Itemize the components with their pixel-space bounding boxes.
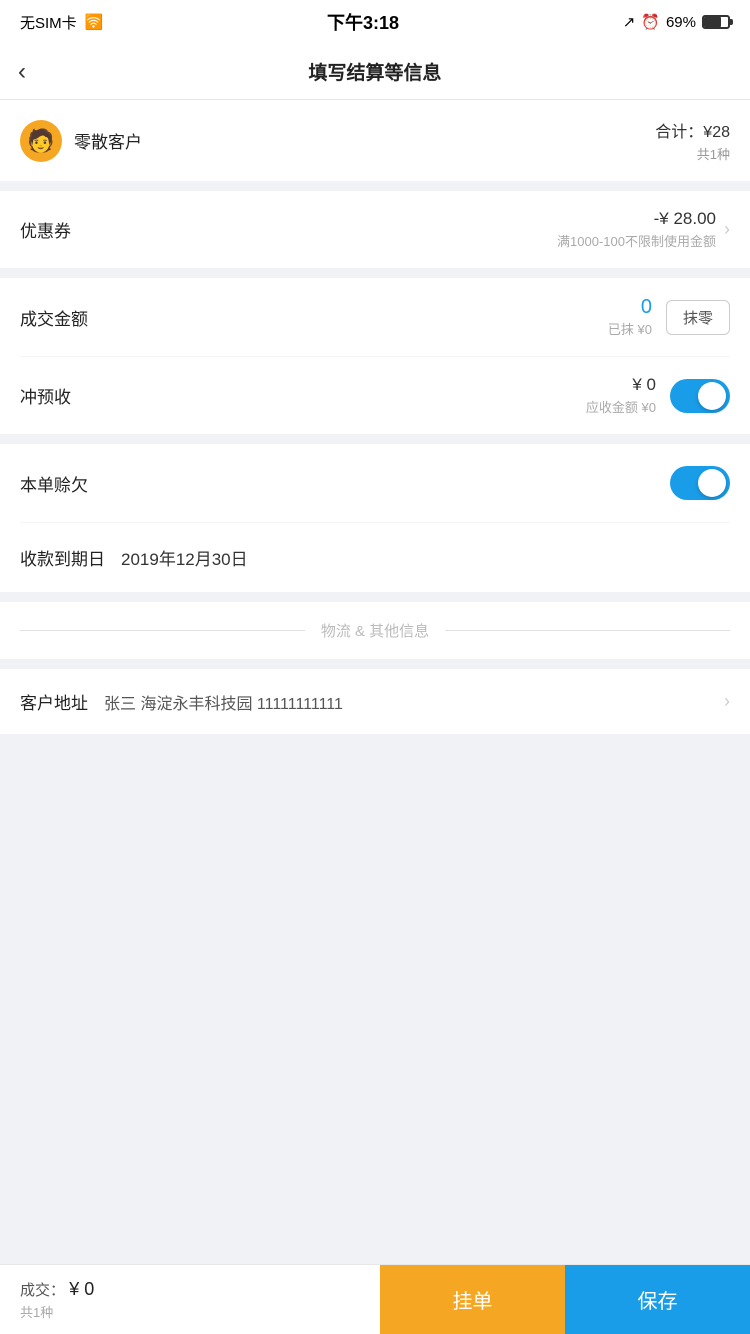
- deal-amount: ¥ 0: [69, 1279, 94, 1299]
- due-date-value: 2019年12月30日: [121, 545, 248, 570]
- due-date-row: 收款到期日 2019年12月30日: [20, 523, 730, 592]
- transaction-amount: 0: [641, 296, 652, 318]
- status-bar-right: ↗ ⏰ 69%: [623, 13, 730, 31]
- prepayment-amount: ¥ 0: [586, 375, 656, 395]
- deal-text: 成交：: [20, 1282, 65, 1299]
- content: 🧑 零散客户 合计：¥28 共1种 优惠券 -¥ 28.00 满1000-100…: [0, 100, 750, 904]
- customer-section: 🧑 零散客户 合计：¥28 共1种: [0, 100, 750, 181]
- nav-bar: ‹ 填写结算等信息: [0, 44, 750, 100]
- debt-row: 本单赊欠: [20, 444, 730, 523]
- prepayment-info: ¥ 0 应收金额 ¥0: [586, 375, 656, 416]
- prepayment-label: 冲预收: [20, 383, 71, 408]
- prepayment-right: ¥ 0 应收金额 ¥0: [586, 375, 730, 416]
- address-chevron-icon: ›: [724, 691, 730, 712]
- coupon-label: 优惠券: [20, 217, 71, 242]
- page-title: 填写结算等信息: [308, 58, 441, 85]
- hang-button[interactable]: 挂单: [380, 1265, 565, 1334]
- alarm-icon: ⏰: [641, 13, 660, 31]
- customer-left: 🧑 零散客户: [20, 120, 142, 162]
- wifi-icon: 🛜: [85, 13, 104, 31]
- prepayment-toggle[interactable]: [670, 379, 730, 413]
- address-value: 张三 海淀永丰科技园 11111111111: [104, 690, 708, 714]
- debt-label: 本单赊欠: [20, 471, 88, 496]
- bottom-count: 共1种: [20, 1302, 360, 1321]
- address-section: 客户地址 张三 海淀永丰科技园 11111111111 ›: [0, 669, 750, 734]
- transaction-right: 0 已抹 ¥0 抹零: [608, 296, 730, 338]
- status-bar: 无SIM卡 🛜 下午3:18 ↗ ⏰ 69%: [0, 0, 750, 44]
- coupon-right: -¥ 28.00 满1000-100不限制使用金额 ›: [557, 209, 730, 250]
- debt-toggle-knob: [698, 469, 726, 497]
- coupon-amount: -¥ 28.00: [557, 209, 716, 229]
- battery-percent: 69%: [666, 14, 696, 31]
- coupon-desc: 满1000-100不限制使用金额: [557, 231, 716, 250]
- item-count: 共1种: [655, 144, 730, 163]
- bottom-deal-label: 成交： ¥ 0: [20, 1279, 360, 1300]
- total-amount: 合计：¥28: [655, 118, 730, 142]
- empty-area: [0, 744, 750, 904]
- bottom-info: 成交： ¥ 0 共1种: [0, 1279, 380, 1321]
- customer-row: 🧑 零散客户 合计：¥28 共1种: [0, 100, 750, 181]
- due-date-label: 收款到期日: [20, 545, 105, 570]
- coupon-info: -¥ 28.00 满1000-100不限制使用金额: [557, 209, 716, 250]
- status-bar-left: 无SIM卡 🛜: [20, 12, 103, 33]
- transaction-sub: 已抹 ¥0: [608, 319, 652, 338]
- coupon-row[interactable]: 优惠券 -¥ 28.00 满1000-100不限制使用金额 ›: [0, 191, 750, 268]
- coupon-section: 优惠券 -¥ 28.00 满1000-100不限制使用金额 ›: [0, 191, 750, 268]
- back-button[interactable]: ‹: [18, 58, 26, 86]
- debt-section: 本单赊欠 收款到期日 2019年12月30日: [0, 444, 750, 592]
- location-icon: ↗: [623, 13, 636, 31]
- status-bar-time: 下午3:18: [327, 9, 399, 35]
- round-button[interactable]: 抹零: [666, 300, 730, 335]
- logistics-header: 物流 & 其他信息: [0, 602, 750, 659]
- save-label: 保存: [638, 1285, 678, 1314]
- avatar: 🧑: [20, 120, 62, 162]
- toggle-knob: [698, 382, 726, 410]
- prepayment-row: 冲预收 ¥ 0 应收金额 ¥0: [20, 357, 730, 434]
- address-label: 客户地址: [20, 689, 88, 714]
- address-row[interactable]: 客户地址 张三 海淀永丰科技园 11111111111 ›: [0, 669, 750, 734]
- sim-text: 无SIM卡: [20, 12, 77, 33]
- debt-toggle[interactable]: [670, 466, 730, 500]
- prepayment-sub: 应收金额 ¥0: [586, 397, 656, 416]
- transaction-row: 成交金额 0 已抹 ¥0 抹零: [20, 278, 730, 357]
- logistics-section: 物流 & 其他信息: [0, 602, 750, 659]
- logistics-header-text: 物流 & 其他信息: [305, 620, 445, 641]
- transaction-label: 成交金额: [20, 305, 88, 330]
- save-button[interactable]: 保存: [565, 1265, 750, 1334]
- hang-label: 挂单: [453, 1285, 493, 1314]
- customer-name: 零散客户: [74, 128, 142, 153]
- battery-icon: [702, 14, 730, 31]
- customer-right: 合计：¥28 共1种: [655, 118, 730, 163]
- transaction-section: 成交金额 0 已抹 ¥0 抹零 冲预收 ¥ 0 应收金额 ¥0: [0, 278, 750, 434]
- coupon-chevron-icon: ›: [724, 219, 730, 240]
- avatar-icon: 🧑: [27, 128, 54, 154]
- bottom-bar: 成交： ¥ 0 共1种 挂单 保存: [0, 1264, 750, 1334]
